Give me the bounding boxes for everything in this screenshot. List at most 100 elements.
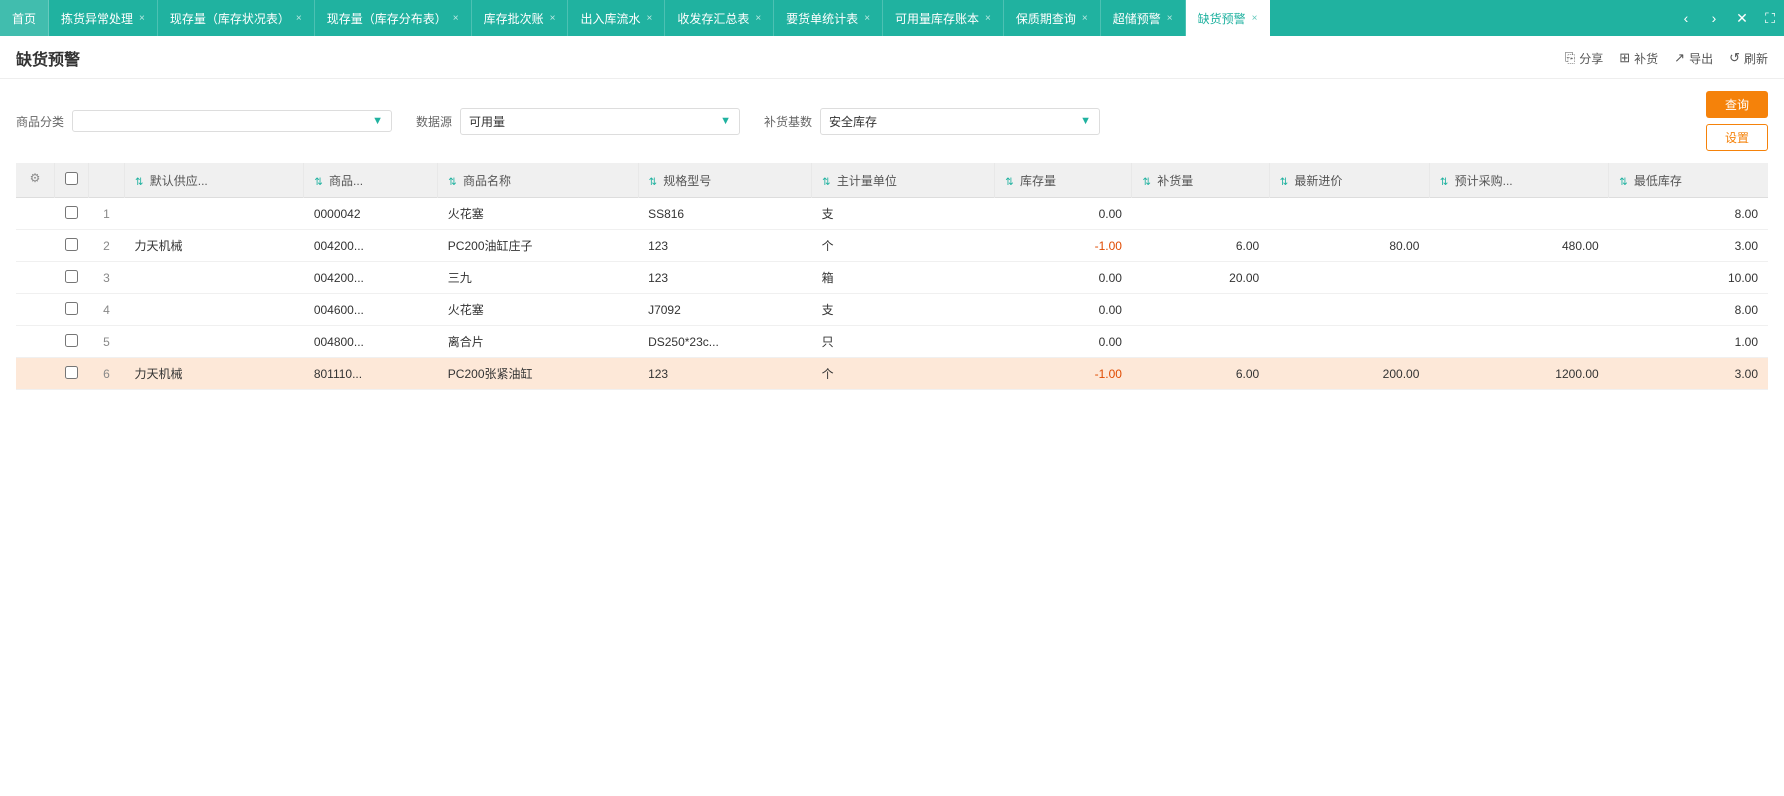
tab-close-abnormal[interactable]: × xyxy=(139,13,145,24)
td-latest-price: 200.00 xyxy=(1269,358,1429,390)
row-checkbox[interactable] xyxy=(65,366,78,379)
td-checkbox[interactable] xyxy=(55,262,89,294)
td-stock: 0.00 xyxy=(995,326,1132,358)
tab-close-btn[interactable]: ✕ xyxy=(1728,0,1756,36)
share-action[interactable]: ⎘ 分享 xyxy=(1565,50,1603,67)
replenish-base-select[interactable]: 安全库存 ▼ xyxy=(820,108,1100,135)
td-product-code: 004600... xyxy=(304,294,438,326)
table-row[interactable]: 3 004200... 三九 123 箱 0.00 20.00 10.00 xyxy=(16,262,1768,294)
table-row[interactable]: 4 004600... 火花塞 J7092 支 0.00 8.00 xyxy=(16,294,1768,326)
tab-close-order-stats[interactable]: × xyxy=(864,13,870,24)
td-supplier xyxy=(125,262,304,294)
th-latest-price[interactable]: ⇅ 最新进价 xyxy=(1269,163,1429,198)
th-product-code[interactable]: ⇅ 商品... xyxy=(304,163,438,198)
th-settings: ⚙ xyxy=(16,163,55,198)
sort-supplier-icon[interactable]: ⇅ xyxy=(135,177,143,188)
tab-overstock[interactable]: 超储预警× xyxy=(1101,0,1186,36)
replenish-action[interactable]: ⊞ 补货 xyxy=(1619,50,1658,67)
row-checkbox[interactable] xyxy=(65,302,78,315)
select-all-checkbox[interactable] xyxy=(65,172,78,185)
td-num: 4 xyxy=(89,294,125,326)
td-checkbox[interactable] xyxy=(55,358,89,390)
table-row[interactable]: 5 004800... 离合片 DS250*23c... 只 0.00 1.00 xyxy=(16,326,1768,358)
sort-product-code-icon[interactable]: ⇅ xyxy=(314,177,322,188)
replenish-base-label: 补货基数 xyxy=(764,113,812,130)
tab-bar: 首页拣货异常处理×现存量（库存状况表）×现存量（库存分布表）×库存批次账×出入库… xyxy=(0,0,1784,36)
tab-inventory-status[interactable]: 现存量（库存状况表）× xyxy=(158,0,315,36)
sort-stock-icon[interactable]: ⇅ xyxy=(1005,177,1013,188)
sort-est-purchase-icon[interactable]: ⇅ xyxy=(1440,177,1448,188)
td-product-code: 004200... xyxy=(304,230,438,262)
td-latest-price xyxy=(1269,294,1429,326)
tab-close-shortage[interactable]: × xyxy=(1252,13,1258,24)
tab-shortage[interactable]: 缺货预警× xyxy=(1186,0,1271,36)
settings-button[interactable]: 设置 xyxy=(1706,124,1768,151)
sort-min-stock-icon[interactable]: ⇅ xyxy=(1619,177,1627,188)
sort-product-name-icon[interactable]: ⇅ xyxy=(448,177,456,188)
table-row[interactable]: 1 0000042 火花塞 SS816 支 0.00 8.00 xyxy=(16,198,1768,230)
tab-close-overstock[interactable]: × xyxy=(1167,13,1173,24)
tab-order-stats[interactable]: 要货单统计表× xyxy=(774,0,883,36)
category-select[interactable]: ▼ xyxy=(72,110,392,132)
row-checkbox[interactable] xyxy=(65,238,78,251)
settings-gear-icon[interactable]: ⚙ xyxy=(26,171,44,189)
td-spec: SS816 xyxy=(638,198,812,230)
th-spec[interactable]: ⇅ 规格型号 xyxy=(638,163,812,198)
tab-close-expiry-query[interactable]: × xyxy=(1082,13,1088,24)
sort-spec-icon[interactable]: ⇅ xyxy=(649,177,657,188)
tab-prev-btn[interactable]: ‹ xyxy=(1672,0,1700,36)
td-spec: 123 xyxy=(638,358,812,390)
tab-close-collect-summary[interactable]: × xyxy=(755,13,761,24)
datasource-select[interactable]: 可用量 ▼ xyxy=(460,108,740,135)
tab-close-inventory-status[interactable]: × xyxy=(296,13,302,24)
tab-close-batch-account[interactable]: × xyxy=(550,13,556,24)
tab-expiry-query[interactable]: 保质期查询× xyxy=(1004,0,1101,36)
tab-expand-btn[interactable]: ⛶ xyxy=(1756,0,1784,36)
tab-next-btn[interactable]: › xyxy=(1700,0,1728,36)
tab-close-available-ledger[interactable]: × xyxy=(985,13,991,24)
td-checkbox[interactable] xyxy=(55,326,89,358)
tab-inventory-dist[interactable]: 现存量（库存分布表）× xyxy=(315,0,472,36)
td-checkbox[interactable] xyxy=(55,198,89,230)
th-unit[interactable]: ⇅ 主计量单位 xyxy=(812,163,995,198)
tab-available-ledger[interactable]: 可用量库存账本× xyxy=(883,0,1004,36)
row-checkbox[interactable] xyxy=(65,206,78,219)
td-checkbox[interactable] xyxy=(55,230,89,262)
tab-abnormal[interactable]: 拣货异常处理× xyxy=(49,0,158,36)
query-button[interactable]: 查询 xyxy=(1706,91,1768,118)
row-checkbox[interactable] xyxy=(65,270,78,283)
th-supplier[interactable]: ⇅ 默认供应... xyxy=(125,163,304,198)
td-latest-price xyxy=(1269,326,1429,358)
td-num: 3 xyxy=(89,262,125,294)
th-product-name[interactable]: ⇅ 商品名称 xyxy=(438,163,638,198)
tab-collect-summary[interactable]: 收发存汇总表× xyxy=(665,0,774,36)
share-icon: ⎘ xyxy=(1565,50,1575,66)
sort-unit-icon[interactable]: ⇅ xyxy=(822,177,830,188)
export-action[interactable]: ↗ 导出 xyxy=(1674,50,1713,67)
th-stock[interactable]: ⇅ 库存量 xyxy=(995,163,1132,198)
sort-latest-price-icon[interactable]: ⇅ xyxy=(1280,177,1288,188)
td-stock: -1.00 xyxy=(995,230,1132,262)
th-min-stock[interactable]: ⇅ 最低库存 xyxy=(1609,163,1768,198)
datasource-arrow-icon: ▼ xyxy=(720,115,731,127)
row-checkbox[interactable] xyxy=(65,334,78,347)
th-checkbox xyxy=(55,163,89,198)
tab-home[interactable]: 首页 xyxy=(0,0,49,36)
th-est-purchase[interactable]: ⇅ 预计采购... xyxy=(1429,163,1608,198)
replenish-label: 补货 xyxy=(1634,50,1658,67)
table-row[interactable]: 6 力天机械 801110... PC200张紧油缸 123 个 -1.00 6… xyxy=(16,358,1768,390)
refresh-action[interactable]: ↺ 刷新 xyxy=(1729,50,1768,67)
td-settings xyxy=(16,326,55,358)
sort-replenish-icon[interactable]: ⇅ xyxy=(1142,177,1150,188)
td-checkbox[interactable] xyxy=(55,294,89,326)
tab-close-inventory-dist[interactable]: × xyxy=(453,13,459,24)
th-replenish[interactable]: ⇅ 补货量 xyxy=(1132,163,1269,198)
th-est-purchase-label: 预计采购... xyxy=(1455,174,1513,188)
tab-inout-flow[interactable]: 出入库流水× xyxy=(568,0,665,36)
td-spec: 123 xyxy=(638,262,812,294)
tab-batch-account[interactable]: 库存批次账× xyxy=(472,0,569,36)
tab-close-inout-flow[interactable]: × xyxy=(646,13,652,24)
td-replenish: 6.00 xyxy=(1132,230,1269,262)
table-body: 1 0000042 火花塞 SS816 支 0.00 8.00 2 力天机械 0… xyxy=(16,198,1768,390)
table-row[interactable]: 2 力天机械 004200... PC200油缸庄子 123 个 -1.00 6… xyxy=(16,230,1768,262)
